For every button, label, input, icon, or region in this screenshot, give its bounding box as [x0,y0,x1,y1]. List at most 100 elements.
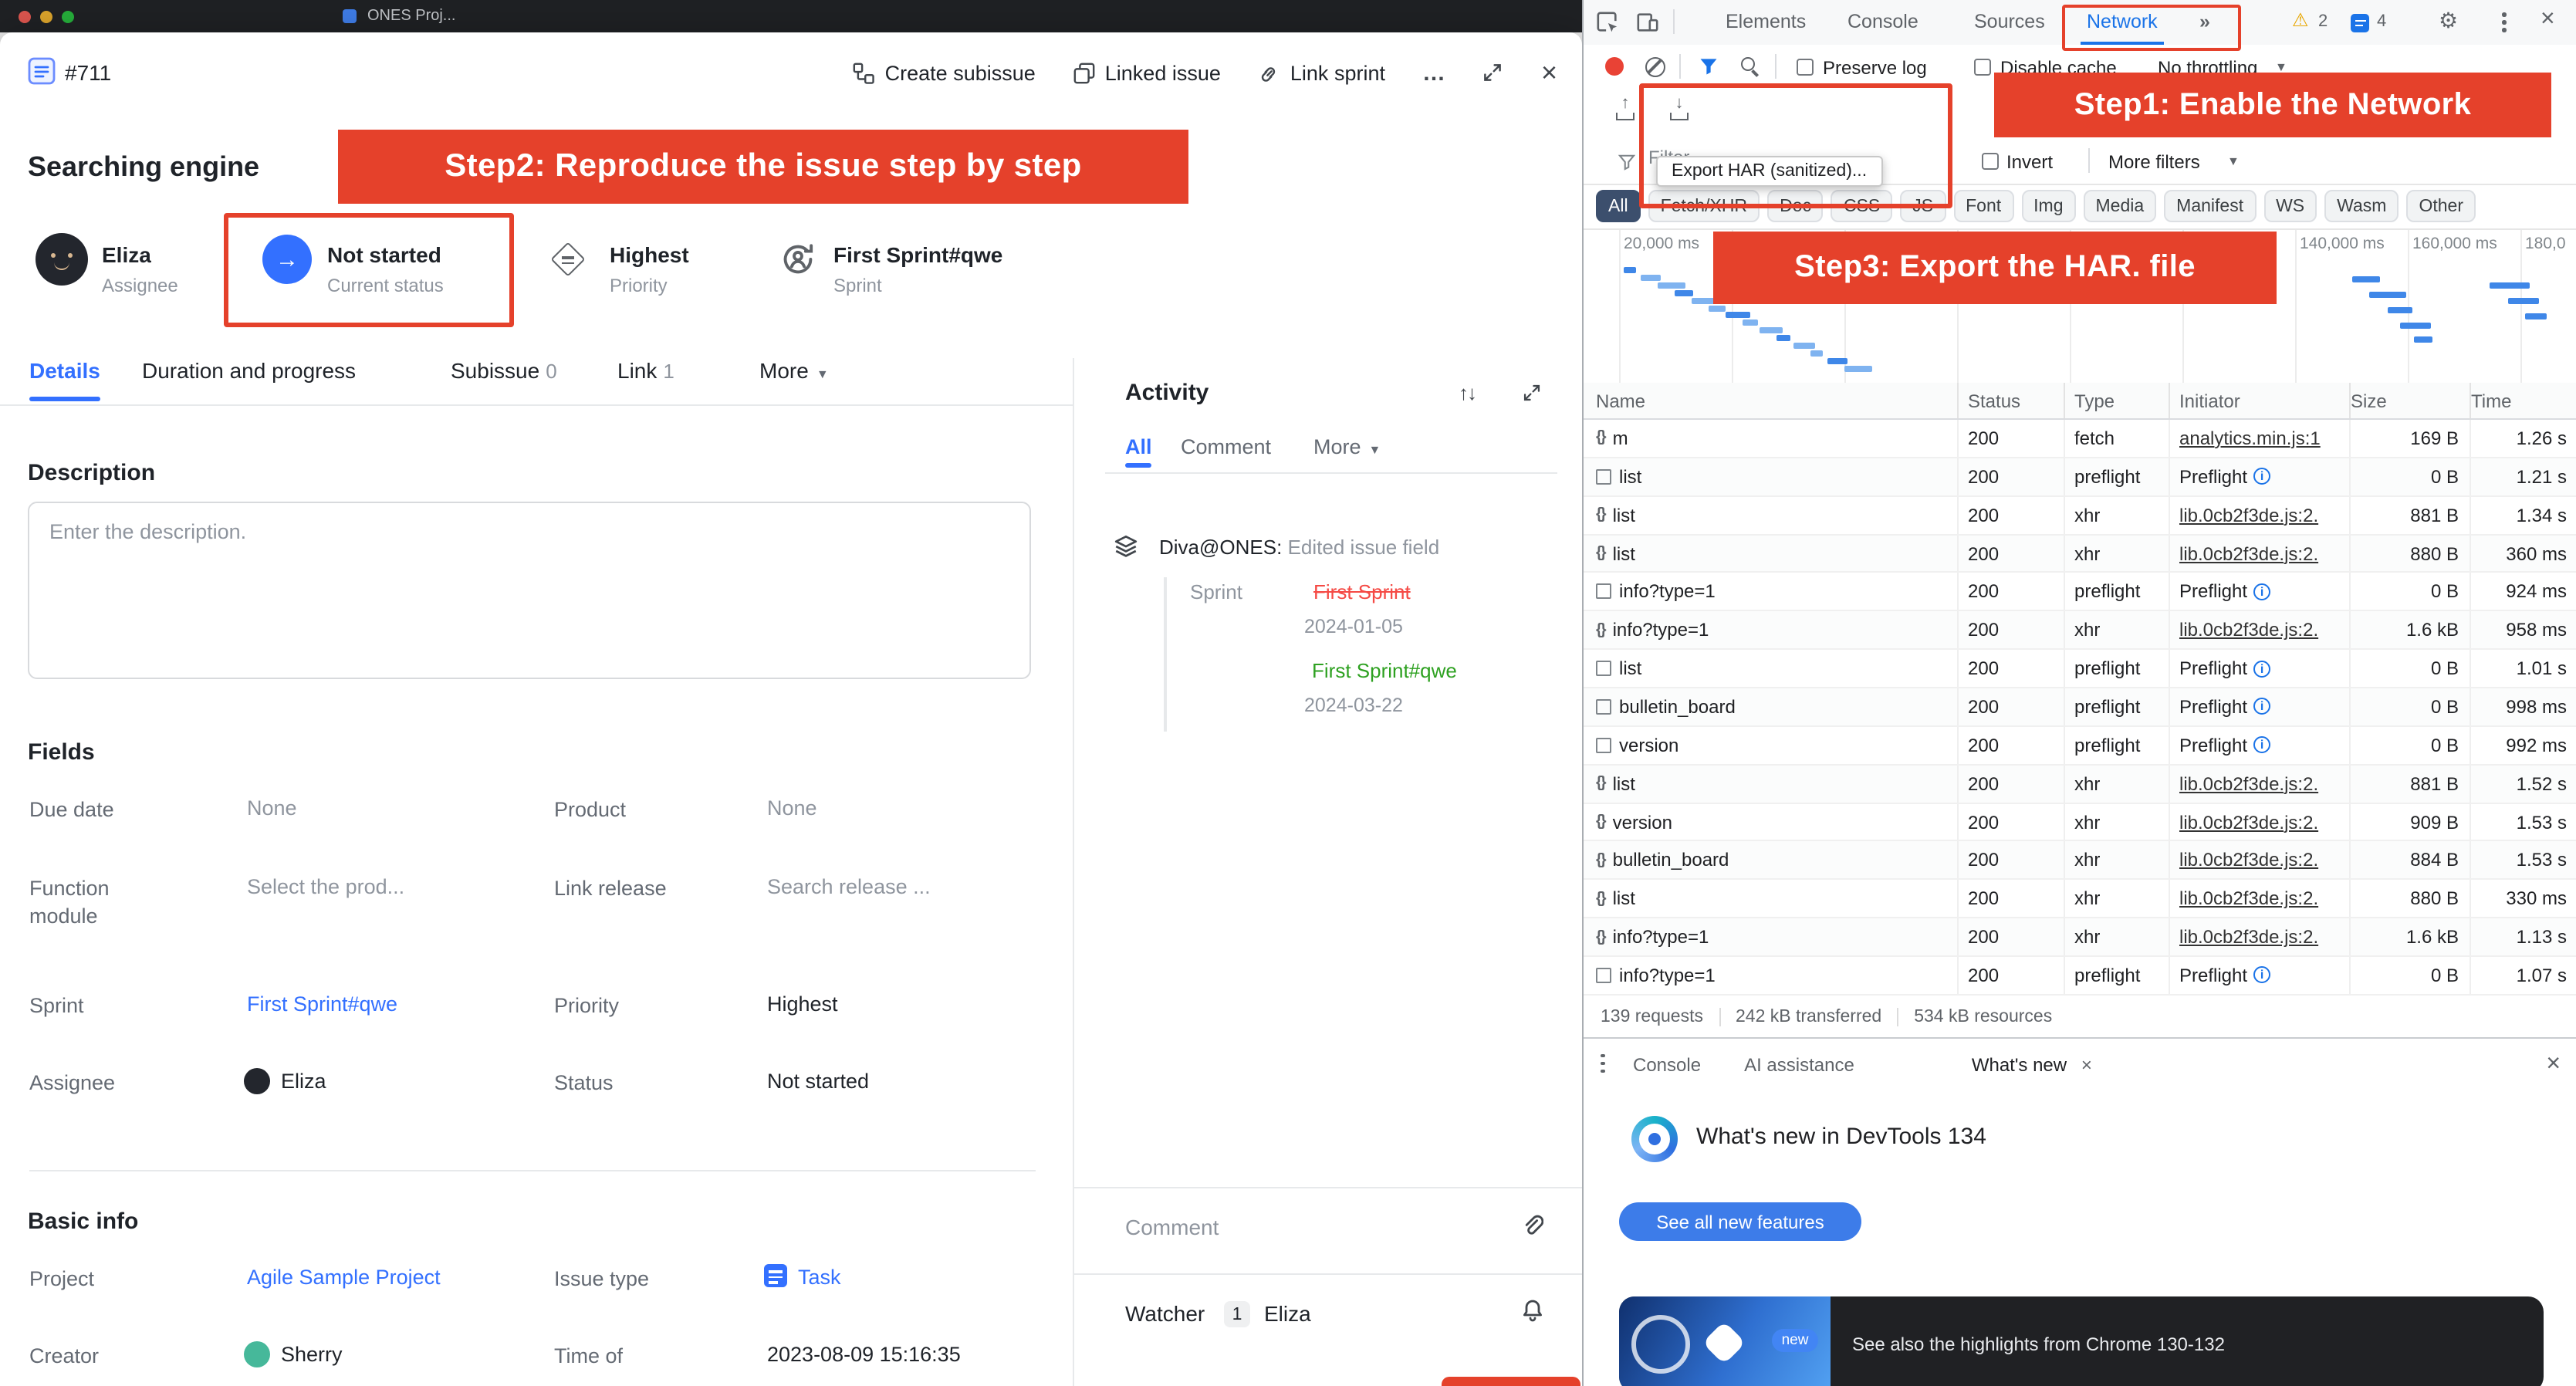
info-icon[interactable]: i [2253,660,2271,678]
invert-checkbox[interactable] [1982,153,1999,170]
column-header-initiator[interactable]: Initiator [2170,383,2351,418]
close-drawer-icon[interactable]: × [2546,1050,2561,1078]
description-input[interactable] [28,502,1031,679]
field-value-function-module[interactable]: Select the prod... [247,875,404,898]
network-request-row[interactable]: bulletin_board 200 preflight Preflight i 0 B9… [1584,688,2576,727]
network-request-row[interactable]: {} m 200 fetch analytics.min.js:1 169 B 1.26 s [1584,420,2576,458]
info-icon[interactable]: i [2253,468,2271,485]
window-close-dot[interactable] [19,11,31,23]
tab-details[interactable]: Details [29,358,100,383]
see-all-features-button[interactable]: See all new features [1619,1202,1861,1241]
devtools-tab-sources[interactable]: Sources [1974,11,2045,32]
network-request-row[interactable]: {} bulletin_board 200 xhr lib.0cb2f3de.js:2.… [1584,841,2576,881]
column-header-size[interactable]: Size [2351,383,2471,418]
request-initiator[interactable]: lib.0cb2f3de.js:2. [2179,619,2318,641]
tab-more[interactable]: More ▼ [759,358,829,383]
field-value-link-release[interactable]: Search release ... [767,875,931,898]
field-value-product[interactable]: None [767,796,817,820]
network-request-row[interactable]: version 200 preflight Preflight i 0 B 992 ms [1584,726,2576,766]
info-icon[interactable]: i [2253,698,2271,715]
expand-activity-icon[interactable] [1522,383,1542,411]
network-request-row[interactable]: {} info?type=1 200 xhr lib.0cb2f3de.js:2. 1.6… [1584,611,2576,651]
sort-icon[interactable]: ↑↓ [1459,381,1477,404]
devtools-tab-console[interactable]: Console [1847,11,1918,32]
filter-chip-ws[interactable]: WS [2263,190,2317,222]
network-request-row[interactable]: {} version 200 xhr lib.0cb2f3de.js:2. 909 B 1.… [1584,803,2576,842]
request-initiator[interactable]: lib.0cb2f3de.js:2. [2179,504,2318,526]
column-header-status[interactable]: Status [1959,383,2065,418]
record-button[interactable] [1605,57,1624,76]
activity-tab-more[interactable]: More ▼ [1313,435,1381,458]
expand-modal-button[interactable] [1482,62,1504,83]
filter-chip-media[interactable]: Media [2083,190,2157,222]
filter-chip-other[interactable]: Other [2406,190,2476,222]
field-value-due-date[interactable]: None [247,796,297,820]
more-actions-button[interactable]: … [1422,59,1445,86]
tab-duration-progress[interactable]: Duration and progress [142,358,356,383]
linked-issue-button[interactable]: Linked issue [1073,61,1221,84]
highlights-card[interactable]: new See also the highlights from Chrome … [1619,1296,2544,1386]
close-tab-icon[interactable]: × [2081,1053,2092,1075]
filter-chip-img[interactable]: Img [2021,190,2076,222]
network-request-row[interactable]: info?type=1 200 preflight Preflight i 0 B 924 … [1584,573,2576,612]
summary-sprint-name[interactable]: First Sprint#qwe [833,242,1002,267]
assignee-avatar[interactable] [35,233,88,286]
info-icon[interactable]: i [2253,736,2271,754]
clear-icon[interactable] [1645,57,1665,77]
disable-cache-checkbox[interactable] [1974,59,1991,76]
preserve-log-checkbox[interactable] [1797,59,1814,76]
column-header-name[interactable]: Name [1584,383,1959,418]
network-request-row[interactable]: info?type=1 200 preflight Preflight i 0 B 1.07… [1584,957,2576,996]
drawer-tab-ai-assistance[interactable]: AI assistance [1744,1053,1854,1075]
field-value-sprint-link[interactable]: First Sprint#qwe [247,992,397,1016]
request-initiator[interactable]: lib.0cb2f3de.js:2. [2179,811,2318,833]
request-initiator[interactable]: analytics.min.js:1 [2179,428,2321,449]
network-request-row[interactable]: {} info?type=1 200 xhr lib.0cb2f3de.js:2. 1.6… [1584,918,2576,958]
comment-input[interactable]: Comment [1125,1215,1219,1239]
field-value-creator[interactable]: Sherry [281,1343,343,1366]
summary-assignee-name[interactable]: Eliza [102,242,151,267]
watcher-name[interactable]: Eliza [1264,1301,1311,1326]
info-icon[interactable]: i [2253,583,2271,600]
gear-icon[interactable]: ⚙ [2439,8,2458,34]
request-initiator[interactable]: lib.0cb2f3de.js:2. [2179,926,2318,948]
network-request-row[interactable]: list 200 preflight Preflight i 0 B 1.01 s [1584,650,2576,689]
filter-chip-wasm[interactable]: Wasm [2324,190,2399,222]
drawer-kebab-icon[interactable] [1599,1053,1605,1075]
filter-chip-manifest[interactable]: Manifest [2164,190,2257,222]
window-minimize-dot[interactable] [40,11,52,23]
window-zoom-dot[interactable] [62,11,74,23]
link-sprint-button[interactable]: Link sprint [1258,61,1385,84]
attachment-icon[interactable] [1519,1213,1544,1246]
bell-icon[interactable] [1520,1298,1545,1330]
request-initiator[interactable]: lib.0cb2f3de.js:2. [2179,887,2318,909]
tab-link[interactable]: Link 1 [617,358,674,383]
field-value-status[interactable]: Not started [767,1070,869,1093]
close-modal-button[interactable]: × [1541,56,1557,89]
network-request-row[interactable]: list 200 preflight Preflight i 0 B 1.21 s [1584,458,2576,497]
field-value-project-link[interactable]: Agile Sample Project [247,1266,441,1289]
close-devtools-icon[interactable]: × [2541,6,2555,34]
search-icon[interactable] [1741,57,1755,71]
issues-icon[interactable] [2351,14,2369,32]
devtools-tab-elements[interactable]: Elements [1726,11,1806,32]
invert-label[interactable]: Invert [2006,151,2053,173]
tab-subissue[interactable]: Subissue 0 [451,358,557,383]
column-header-type[interactable]: Type [2065,383,2170,418]
activity-tab-comment[interactable]: Comment [1181,435,1271,458]
field-value-priority[interactable]: Highest [767,992,838,1016]
field-value-assignee[interactable]: Eliza [281,1070,326,1093]
activity-tab-all[interactable]: All [1125,435,1152,458]
network-request-row[interactable]: {} list 200 xhr lib.0cb2f3de.js:2. 880 B 360 m… [1584,535,2576,573]
device-toolbar-icon[interactable] [1636,11,1659,39]
import-har-icon[interactable]: ↑ [1614,94,1636,120]
info-icon[interactable]: i [2253,966,2271,984]
field-value-issue-type[interactable]: Task [798,1266,841,1289]
inspect-icon[interactable] [1596,11,1619,39]
filter-chip-font[interactable]: Font [1953,190,2014,222]
drawer-tab-console[interactable]: Console [1633,1053,1701,1075]
request-initiator[interactable]: lib.0cb2f3de.js:2. [2179,772,2318,794]
network-request-row[interactable]: {} list 200 xhr lib.0cb2f3de.js:2. 881 B 1.34 … [1584,496,2576,536]
preserve-log-label[interactable]: Preserve log [1823,57,1927,79]
network-request-row[interactable]: {} list 200 xhr lib.0cb2f3de.js:2. 881 B 1.52 … [1584,765,2576,804]
